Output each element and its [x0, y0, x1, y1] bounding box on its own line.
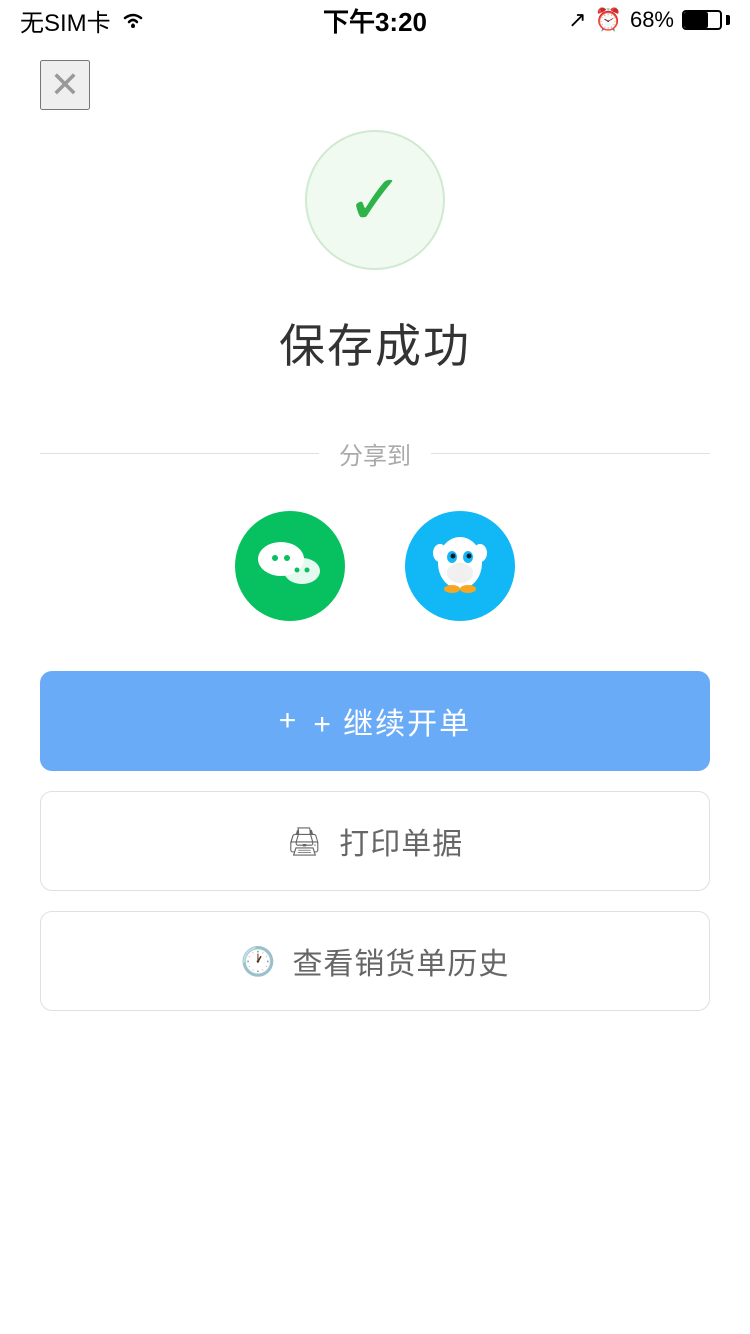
status-time: 下午3:20 — [323, 2, 427, 39]
wechat-icon — [256, 537, 324, 595]
location-icon: ↗ — [568, 7, 586, 33]
print-button[interactable]: 🖨 打印单据 — [40, 791, 710, 891]
checkmark-icon: ✓ — [346, 165, 405, 235]
main-content: ✕ ✓ 保存成功 分享到 — [0, 40, 750, 1334]
close-button[interactable]: ✕ — [40, 60, 90, 110]
divider-right — [431, 453, 710, 454]
status-right: ↗ ⏰ 68% — [568, 7, 730, 33]
success-icon-circle: ✓ — [305, 130, 445, 270]
clock-icon: 🕐 — [241, 945, 277, 978]
history-button[interactable]: 🕐 查看销货单历史 — [40, 911, 710, 1011]
continue-order-button[interactable]: + + 继续开单 — [40, 671, 710, 771]
wifi-icon — [119, 10, 147, 30]
print-label: 打印单据 — [339, 819, 463, 863]
share-section: 分享到 — [40, 436, 710, 621]
carrier-text: 无SIM卡 — [20, 3, 111, 38]
plus-icon: + — [279, 704, 298, 738]
continue-order-label: + 继续开单 — [313, 699, 471, 743]
close-icon: ✕ — [50, 67, 80, 103]
alarm-icon: ⏰ — [595, 7, 622, 33]
share-divider-row: 分享到 — [40, 436, 710, 471]
battery-indicator — [682, 10, 730, 30]
wechat-share-button[interactable] — [235, 511, 345, 621]
share-icons-row — [235, 511, 515, 621]
qq-share-button[interactable] — [405, 511, 515, 621]
qq-icon — [430, 531, 490, 601]
battery-percent: 68% — [630, 7, 674, 33]
actions-section: + + 继续开单 🖨 打印单据 🕐 查看销货单历史 — [40, 671, 710, 1011]
divider-left — [40, 453, 319, 454]
printer-icon: 🖨 — [287, 825, 324, 858]
share-label: 分享到 — [339, 436, 411, 471]
status-bar: 无SIM卡 下午3:20 ↗ ⏰ 68% — [0, 0, 750, 40]
status-left: 无SIM卡 — [20, 3, 147, 38]
success-title: 保存成功 — [279, 310, 471, 376]
history-label: 查看销货单历史 — [292, 939, 509, 983]
